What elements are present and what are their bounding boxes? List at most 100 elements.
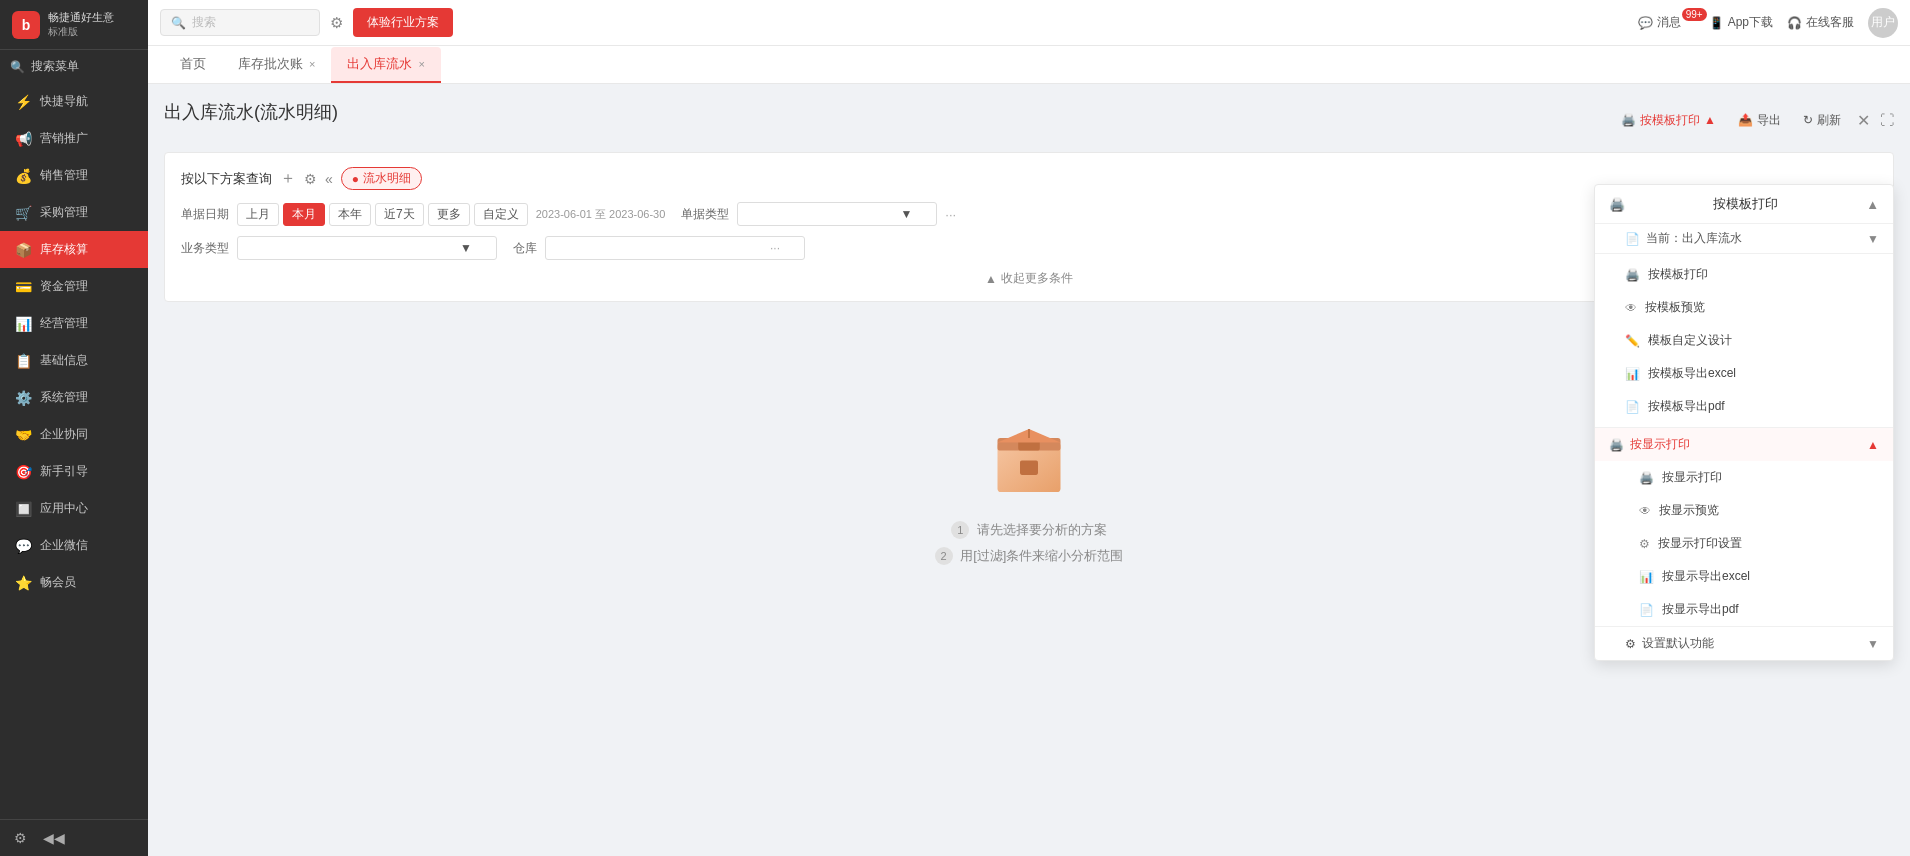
sidebar-item-guide[interactable]: 🎯 新手引导 bbox=[0, 453, 148, 490]
sidebar-item-system[interactable]: ⚙️ 系统管理 bbox=[0, 379, 148, 416]
record-type-more-icon[interactable]: ··· bbox=[945, 207, 956, 222]
display-print-section: 🖨️ 按显示打印 ▲ 🖨️ 按显示打印 👁 按显示预览 ⚙ 按显示打印设置 bbox=[1595, 428, 1893, 626]
quick-nav-icon: ⚡ bbox=[14, 94, 32, 110]
tip2-num: 2 bbox=[935, 547, 953, 565]
panel-expand-icon[interactable]: ⛶ bbox=[1880, 112, 1894, 128]
dropdown-header-controls: ▲ bbox=[1866, 197, 1879, 212]
print-btn[interactable]: 🖨️ 按模板打印 ▲ bbox=[1615, 108, 1722, 133]
template-preview-icon: 👁 bbox=[1625, 301, 1637, 315]
topbar-search-box[interactable]: 🔍 搜索 bbox=[160, 9, 320, 36]
topbar-search-icon: 🔍 bbox=[171, 16, 186, 30]
sidebar-label-inventory: 库存核算 bbox=[40, 241, 88, 258]
dropdown-item-template-design[interactable]: ✏️ 模板自定义设计 bbox=[1595, 324, 1893, 357]
filter-title: 按以下方案查询 bbox=[181, 170, 272, 188]
panel-close-icon[interactable]: ✕ bbox=[1857, 111, 1870, 130]
warehouse-label: 仓库 bbox=[513, 240, 537, 257]
date-btn-more[interactable]: 更多 bbox=[428, 203, 470, 226]
sidebar-item-collab[interactable]: 🤝 企业协同 bbox=[0, 416, 148, 453]
purchase-icon: 🛒 bbox=[14, 205, 32, 221]
biz-type-group: 业务类型 ▼ bbox=[181, 236, 497, 260]
filter-collapse-icon[interactable]: « bbox=[325, 171, 333, 187]
dropdown-item-display-settings[interactable]: ⚙ 按显示打印设置 bbox=[1595, 527, 1893, 560]
refresh-label: 刷新 bbox=[1817, 112, 1841, 129]
template-pdf-icon: 📄 bbox=[1625, 400, 1640, 414]
filter-add-icon[interactable]: ＋ bbox=[280, 168, 296, 189]
tab-batch-close[interactable]: × bbox=[309, 58, 315, 70]
dropdown-item-template-preview[interactable]: 👁 按模板预览 bbox=[1595, 291, 1893, 324]
print-icon: 🖨️ bbox=[1621, 113, 1636, 127]
display-print-header[interactable]: 🖨️ 按显示打印 ▲ bbox=[1595, 428, 1893, 461]
empty-icon bbox=[984, 411, 1074, 501]
date-btn-this-year[interactable]: 本年 bbox=[329, 203, 371, 226]
dropdown-current: 📄 当前：出入库流水 ▼ bbox=[1595, 224, 1893, 254]
biz-type-label: 业务类型 bbox=[181, 240, 229, 257]
sidebar-item-quick-nav[interactable]: ⚡ 快捷导航 bbox=[0, 83, 148, 120]
topbar-right: 💬 消息 99+ 📱 App下载 🎧 在线客服 用户 bbox=[1638, 8, 1898, 38]
sidebar-label-member: 畅会员 bbox=[40, 574, 76, 591]
logo: b 畅捷通好生意 标准版 bbox=[0, 0, 148, 50]
date-btn-custom[interactable]: 自定义 bbox=[474, 203, 528, 226]
tab-batch[interactable]: 库存批次账 × bbox=[222, 47, 331, 83]
export-btn[interactable]: 📤 导出 bbox=[1732, 108, 1787, 133]
record-type-select[interactable]: ▼ bbox=[737, 202, 937, 226]
message-label: 消息 bbox=[1657, 14, 1681, 31]
topbar-app-download[interactable]: 📱 App下载 bbox=[1709, 14, 1773, 31]
sidebar-item-operation[interactable]: 📊 经营管理 bbox=[0, 305, 148, 342]
tab-flow[interactable]: 出入库流水 × bbox=[331, 47, 440, 83]
warehouse-more-icon[interactable]: ··· bbox=[770, 241, 780, 255]
dropdown-panel: 🖨️ 按模板打印 ▲ 📄 当前：出入库流水 ▼ 🖨️ 按模板打印 👁 bbox=[1594, 184, 1894, 661]
dropdown-item-display-print[interactable]: 🖨️ 按显示打印 bbox=[1595, 461, 1893, 494]
topbar-message[interactable]: 💬 消息 99+ bbox=[1638, 14, 1695, 31]
sidebar-item-basic[interactable]: 📋 基础信息 bbox=[0, 342, 148, 379]
industry-btn[interactable]: 体验行业方案 bbox=[353, 8, 453, 37]
warehouse-group: 仓库 ··· bbox=[513, 236, 805, 260]
warehouse-select[interactable]: ··· bbox=[545, 236, 805, 260]
collapse-up-icon: ▲ bbox=[985, 272, 997, 286]
sidebar-item-wechat[interactable]: 💬 企业微信 bbox=[0, 527, 148, 564]
empty-tip-1: 1 请先选择要分析的方案 bbox=[951, 521, 1107, 539]
refresh-btn[interactable]: ↻ 刷新 bbox=[1797, 108, 1847, 133]
tab-home-label: 首页 bbox=[180, 55, 206, 73]
sidebar-item-finance[interactable]: 💳 资金管理 bbox=[0, 268, 148, 305]
filter-settings-icon[interactable]: ⚙ bbox=[304, 171, 317, 187]
sidebar-item-marketing[interactable]: 📢 营销推广 bbox=[0, 120, 148, 157]
sidebar-item-purchase[interactable]: 🛒 采购管理 bbox=[0, 194, 148, 231]
dropdown-print-icon: 🖨️ bbox=[1609, 197, 1625, 212]
sidebar-label-guide: 新手引导 bbox=[40, 463, 88, 480]
avatar[interactable]: 用户 bbox=[1868, 8, 1898, 38]
tab-home[interactable]: 首页 bbox=[164, 47, 222, 83]
sidebar-item-sales[interactable]: 💰 销售管理 bbox=[0, 157, 148, 194]
display-excel-icon: 📊 bbox=[1639, 570, 1654, 584]
topbar-gear-icon[interactable]: ⚙ bbox=[330, 14, 343, 32]
dropdown-item-display-excel[interactable]: 📊 按显示导出excel bbox=[1595, 560, 1893, 593]
date-btn-this-month[interactable]: 本月 bbox=[283, 203, 325, 226]
bottom-settings-icon[interactable]: ⚙ bbox=[14, 830, 27, 846]
dropdown-item-template-print[interactable]: 🖨️ 按模板打印 bbox=[1595, 258, 1893, 291]
dropdown-chevron-up[interactable]: ▲ bbox=[1866, 197, 1879, 212]
app-name: 畅捷通好生意 bbox=[48, 10, 114, 25]
date-btn-last-month[interactable]: 上月 bbox=[237, 203, 279, 226]
date-btn-7days[interactable]: 近7天 bbox=[375, 203, 424, 226]
search-icon: 🔍 bbox=[10, 60, 25, 74]
sidebar-item-member[interactable]: ⭐ 畅会员 bbox=[0, 564, 148, 601]
basic-icon: 📋 bbox=[14, 353, 32, 369]
filter-active-tag[interactable]: ● 流水明细 bbox=[341, 167, 422, 190]
dropdown-item-default-settings[interactable]: ⚙ 设置默认功能 ▼ bbox=[1595, 626, 1893, 660]
sidebar-label-operation: 经营管理 bbox=[40, 315, 88, 332]
sidebar-item-inventory[interactable]: 📦 库存核算 bbox=[0, 231, 148, 268]
collab-icon: 🤝 bbox=[14, 427, 32, 443]
tab-bar: 首页 库存批次账 × 出入库流水 × bbox=[148, 46, 1910, 84]
sidebar-item-appstore[interactable]: 🔲 应用中心 bbox=[0, 490, 148, 527]
tab-flow-close[interactable]: × bbox=[418, 58, 424, 70]
sidebar-search[interactable]: 🔍 搜索菜单 bbox=[0, 50, 148, 83]
dropdown-item-template-pdf[interactable]: 📄 按模板导出pdf bbox=[1595, 390, 1893, 423]
bottom-collapse-icon[interactable]: ◀◀ bbox=[43, 830, 65, 846]
dropdown-item-template-excel[interactable]: 📊 按模板导出excel bbox=[1595, 357, 1893, 390]
topbar-online-service[interactable]: 🎧 在线客服 bbox=[1787, 14, 1854, 31]
record-type-group: 单据类型 ▼ ··· bbox=[681, 202, 956, 226]
sidebar-search-label: 搜索菜单 bbox=[31, 58, 79, 75]
biz-type-select[interactable]: ▼ bbox=[237, 236, 497, 260]
tip1-num: 1 bbox=[951, 521, 969, 539]
dropdown-item-display-preview[interactable]: 👁 按显示预览 bbox=[1595, 494, 1893, 527]
dropdown-item-display-pdf[interactable]: 📄 按显示导出pdf bbox=[1595, 593, 1893, 626]
